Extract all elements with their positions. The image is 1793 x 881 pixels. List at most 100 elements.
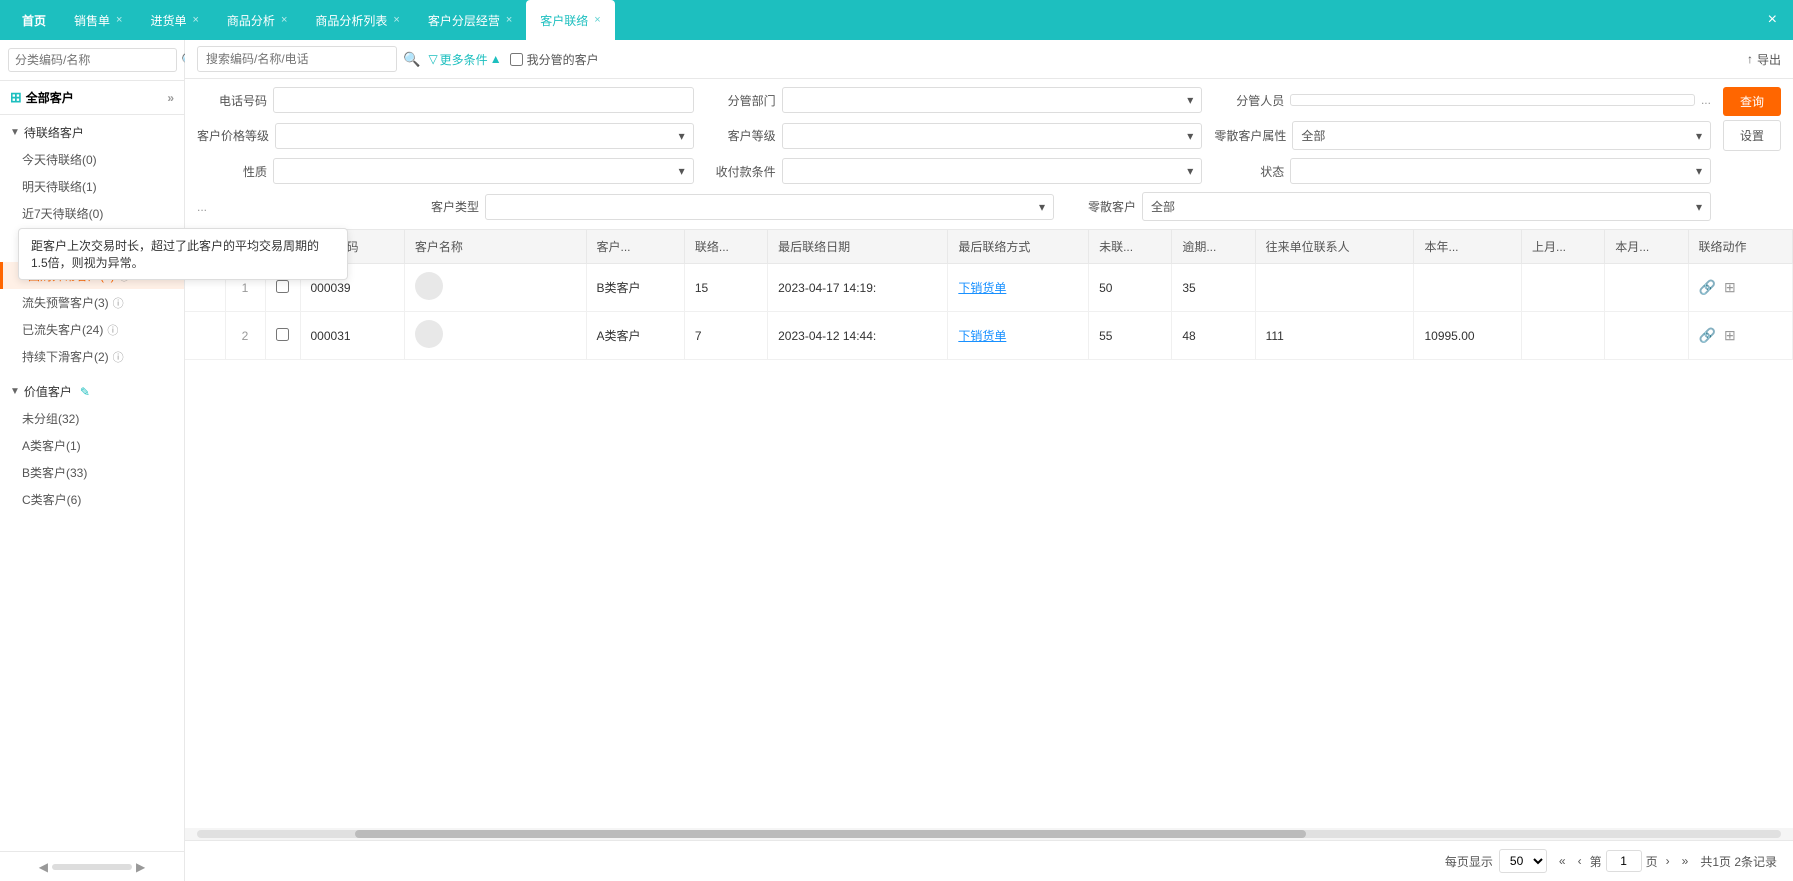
col-partner-contact[interactable]: 往来单位联系人 bbox=[1255, 230, 1414, 264]
row1-action-grid-icon[interactable]: ⊞ bbox=[1724, 279, 1736, 296]
tree-item-class-a[interactable]: A类客户(1) bbox=[0, 432, 184, 459]
row1-action-link-icon[interactable]: 🔗 bbox=[1699, 279, 1716, 296]
tree-group-value-label: 价值客户 bbox=[24, 383, 72, 400]
more-filters-button[interactable]: ▽ 更多条件 ▲ bbox=[428, 51, 501, 68]
filter-row-2: 客户价格等级 ▾ 客户等级 ▾ bbox=[197, 121, 1711, 150]
filter-select-status[interactable]: ▾ bbox=[1290, 158, 1711, 184]
col-last-contact-method[interactable]: 最后联络方式 bbox=[948, 230, 1089, 264]
my-customers-checkbox[interactable] bbox=[510, 53, 523, 66]
col-last-month[interactable]: 上月... bbox=[1522, 230, 1605, 264]
row2-contact-count-value: 7 bbox=[695, 329, 702, 343]
tree-item-churned[interactable]: 已流失客户(24) ⓘ bbox=[0, 316, 184, 343]
nav-item-sales[interactable]: 销售单 × bbox=[60, 0, 136, 40]
nav-close-customer-segment[interactable]: × bbox=[506, 14, 512, 26]
sidebar-collapse-button[interactable]: » bbox=[167, 91, 174, 105]
per-page-select[interactable]: 50 bbox=[1499, 849, 1547, 873]
tree-item-7days[interactable]: 近7天待联络(0) bbox=[0, 200, 184, 227]
nav-item-customer-segment[interactable]: 客户分层经营 × bbox=[414, 0, 526, 40]
settings-button[interactable]: 设置 bbox=[1723, 120, 1781, 151]
row2-action-link-icon[interactable]: 🔗 bbox=[1699, 327, 1716, 344]
nav-close-product-list[interactable]: × bbox=[393, 14, 399, 26]
nav-close-customer-contact[interactable]: × bbox=[594, 14, 600, 26]
prev-page-button[interactable]: ‹ bbox=[1574, 852, 1586, 870]
info-icon-churned[interactable]: ⓘ bbox=[107, 322, 118, 338]
filter-select-nature[interactable]: ▾ bbox=[273, 158, 694, 184]
filter-select-price-grade[interactable]: ▾ bbox=[275, 123, 694, 149]
row2-action-grid-icon[interactable]: ⊞ bbox=[1724, 327, 1736, 344]
sidebar-scroll-right[interactable]: ▶ bbox=[136, 860, 145, 874]
nav-item-product-analysis[interactable]: 商品分析 × bbox=[213, 0, 301, 40]
col-contact-count[interactable]: 联络... bbox=[684, 230, 767, 264]
col-overdue[interactable]: 逾期... bbox=[1172, 230, 1255, 264]
filter-select-retail-attr[interactable]: 全部▾ bbox=[1292, 121, 1711, 150]
sidebar-search-input[interactable] bbox=[8, 48, 177, 72]
filter-select-payment[interactable]: ▾ bbox=[782, 158, 1203, 184]
row1-this-month bbox=[1605, 264, 1688, 312]
filter-select-customer-grade[interactable]: ▾ bbox=[782, 123, 1203, 149]
tree-group-pending-header[interactable]: ▼ 待联络客户 bbox=[0, 119, 184, 146]
tooltip-text: 距客户上次交易时长，超过了此客户的平均交易周期的1.5倍，则视为异常。 bbox=[31, 239, 319, 270]
page-number-input[interactable] bbox=[1606, 850, 1642, 872]
filter-select-dept[interactable]: ▾ bbox=[782, 87, 1203, 113]
row2-code: 000031 bbox=[300, 312, 404, 360]
filter-select-customer-type[interactable]: ▾ bbox=[485, 194, 1054, 220]
filter-select-retail-customer[interactable]: 全部▾ bbox=[1142, 192, 1711, 221]
my-customers-checkbox-area[interactable]: 我分管的客户 bbox=[510, 51, 599, 68]
filter-search-button[interactable]: 🔍 bbox=[403, 51, 420, 68]
filter-input-phone[interactable] bbox=[273, 87, 694, 113]
tooltip-box: 距客户上次交易时长，超过了此客户的平均交易周期的1.5倍，则视为异常。 bbox=[18, 228, 348, 280]
tree-item-declining[interactable]: 持续下滑客户(2) ⓘ bbox=[0, 343, 184, 370]
close-window-button[interactable]: × bbox=[1760, 11, 1785, 29]
row1-checkbox[interactable] bbox=[276, 280, 289, 293]
row2-partner-contact-value: 111 bbox=[1266, 329, 1284, 343]
row1-last-method-value[interactable]: 下销货单 bbox=[958, 281, 1006, 295]
tree-item-class-b[interactable]: B类客户(33) bbox=[0, 459, 184, 486]
tree-item-churn-warning[interactable]: 流失预警客户(3) ⓘ bbox=[0, 289, 184, 316]
tree-item-class-c[interactable]: C类客户(6) bbox=[0, 486, 184, 513]
row2-last-method[interactable]: 下销货单 bbox=[948, 312, 1089, 360]
nav-item-customer-contact[interactable]: 客户联络 × bbox=[526, 0, 614, 40]
tree-item-ungrouped[interactable]: 未分组(32) bbox=[0, 405, 184, 432]
edit-icon-value[interactable]: ✎ bbox=[80, 385, 90, 399]
col-customer-name[interactable]: 客户名称 bbox=[404, 230, 586, 264]
next-page-button[interactable]: › bbox=[1662, 852, 1674, 870]
nav-close-purchase[interactable]: × bbox=[192, 14, 198, 26]
scroll-thumb[interactable] bbox=[355, 830, 1305, 838]
col-contact-action[interactable]: 联络动作 bbox=[1688, 230, 1792, 264]
tree-group-value-header[interactable]: ▼ 价值客户 ✎ bbox=[0, 378, 184, 405]
row1-name bbox=[404, 264, 586, 312]
nav-close-product-analysis[interactable]: × bbox=[281, 14, 287, 26]
filter-dots-manager[interactable]: ... bbox=[1701, 93, 1711, 107]
query-button[interactable]: 查询 bbox=[1723, 87, 1781, 116]
col-uncontacted[interactable]: 未联... bbox=[1089, 230, 1172, 264]
col-customer-type[interactable]: 客户... bbox=[586, 230, 684, 264]
col-last-contact-date[interactable]: 最后联络日期 bbox=[768, 230, 948, 264]
filter-dots-row4[interactable]: ... bbox=[197, 200, 207, 214]
nav-item-purchase[interactable]: 进货单 × bbox=[136, 0, 212, 40]
row2-check[interactable] bbox=[265, 312, 300, 360]
tree-item-tomorrow[interactable]: 明天待联络(1) bbox=[0, 173, 184, 200]
nav-item-home[interactable]: 首页 bbox=[8, 0, 60, 40]
horizontal-scrollbar[interactable] bbox=[185, 828, 1793, 840]
first-page-button[interactable]: « bbox=[1555, 852, 1570, 870]
row2-action-icons: 🔗 ⊞ bbox=[1699, 327, 1782, 344]
info-icon-declining[interactable]: ⓘ bbox=[113, 349, 124, 365]
info-icon-churn-warning[interactable]: ⓘ bbox=[113, 295, 124, 311]
tree-item-today[interactable]: 今天待联络(0) bbox=[0, 146, 184, 173]
sidebar-scroll-left[interactable]: ◀ bbox=[39, 860, 48, 874]
row1-last-method[interactable]: 下销货单 bbox=[948, 264, 1089, 312]
nav-item-product-list[interactable]: 商品分析列表 × bbox=[301, 0, 413, 40]
col-this-month[interactable]: 本月... bbox=[1605, 230, 1688, 264]
filter-select-manager[interactable] bbox=[1290, 94, 1695, 106]
filter-search-input[interactable] bbox=[197, 46, 397, 72]
scroll-track[interactable] bbox=[197, 830, 1781, 838]
filter-field-payment: 收付款条件 ▾ bbox=[706, 158, 1203, 184]
col-this-year[interactable]: 本年... bbox=[1414, 230, 1522, 264]
advanced-filters: 电话号码 分管部门 ▾ 分管人员 bbox=[185, 79, 1793, 230]
filter-field-price-grade: 客户价格等级 ▾ bbox=[197, 123, 694, 149]
row2-checkbox[interactable] bbox=[276, 328, 289, 341]
export-button[interactable]: ↑ 导出 bbox=[1747, 51, 1781, 68]
nav-close-sales[interactable]: × bbox=[116, 14, 122, 26]
row2-last-method-value[interactable]: 下销货单 bbox=[958, 329, 1006, 343]
last-page-button[interactable]: » bbox=[1678, 852, 1693, 870]
